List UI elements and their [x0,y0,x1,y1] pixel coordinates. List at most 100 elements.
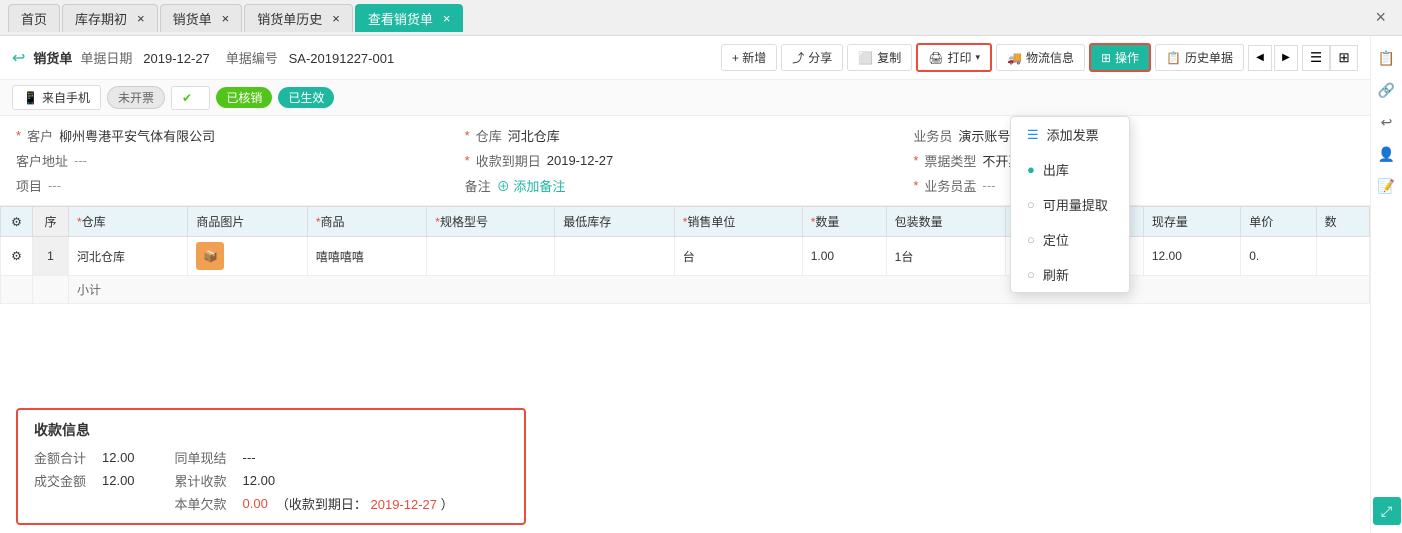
form-row-3: 项目 --- 备注 ⊕ 添加备注 * 业务员盂 --- [16,176,1354,195]
tab-sales-history-label: 销货单历史 [257,9,322,28]
meta-date: 单据日期 2019-12-27 [80,48,209,67]
row-extra [1316,237,1369,276]
copy-button[interactable]: ⬜ 复制 [847,44,912,71]
toolbar2: 📱 来自手机 未开票 ✔ 已核销 已生效 [0,80,1370,116]
out-warehouse-icon: ● [1027,162,1035,177]
note-label: 备注 [465,176,491,195]
sidebar-icon-1[interactable]: 📋 [1373,44,1401,72]
th-price: 单价 [1241,207,1316,237]
tab-sales-close[interactable]: × [222,11,230,26]
tab-view-sales[interactable]: 查看销货单 × [355,4,464,32]
tab-sales-history[interactable]: 销货单历史 × [244,4,353,32]
window-close-btn[interactable]: × [1367,3,1394,32]
subtotal-num [33,276,69,304]
new-button[interactable]: + 新增 [721,44,777,71]
payment-col-right: 同单现结 --- 累计收款 12.00 本单欠款 0.00 （收款到期日： 20… [175,448,454,513]
doc-title: 销货单 [33,48,72,67]
prev-button[interactable]: ◀ [1248,45,1272,71]
staff-field: 业务员 演示账号 [913,126,1354,145]
confirmed-button[interactable]: 已核销 [216,87,272,108]
form-row-1: * 客户 柳州粤港平安气体有限公司 * 仓库 河北仓库 业务员 演示账号 [16,126,1354,145]
logistics-button[interactable]: 🚚 物流信息 [996,44,1085,71]
payment-date-value: 2019-12-27 [547,153,614,168]
add-icon: ⊕ [497,179,510,194]
meta-date-label: 单据日期 [80,51,132,66]
th-min-stock: 最低库存 [555,207,674,237]
meta-no: 单据编号 SA-20191227-001 [226,48,394,67]
tab-inventory[interactable]: 库存期初 × [62,4,158,32]
grid-view-button[interactable]: ⊞ [1330,45,1358,71]
th-img: 商品图片 [188,207,307,237]
next-button[interactable]: ▶ [1274,45,1298,71]
customer-value: 柳州粤港平安气体有限公司 [59,126,215,145]
confirm-icon: ✔ [182,91,192,105]
history-button[interactable]: 📋 历史单据 [1155,44,1244,71]
phone-icon: 📱 [23,91,38,105]
tab-view-sales-close[interactable]: × [443,11,451,26]
due-date-label: （收款到期日： [276,497,367,512]
amount-total-value: 12.00 [102,450,135,465]
add-invoice-item[interactable]: ☰ 添加发票 [1011,117,1129,152]
available-qty-label: 可用量提取 [1043,195,1108,214]
operations-dropdown: ☰ 添加发票 ● 出库 ○ 可用量提取 ○ 定位 ○ 刷新 [1010,116,1130,293]
meta-no-value: SA-20191227-001 [289,51,395,66]
current-owe-label: 本单欠款 [175,494,235,513]
list-view-button[interactable]: ☰ [1302,45,1330,71]
out-warehouse-item[interactable]: ● 出库 [1011,152,1129,187]
add-invoice-label: 添加发票 [1047,125,1099,144]
toolbar-right: + 新增 ⤴ 分享 ⬜ 复制 🖨 打印 ▾ 🚚 物流信息 [721,43,1358,72]
nav-arrows: ◀ ▶ [1248,45,1298,71]
sidebar-icon-5[interactable]: 📝 [1373,172,1401,200]
toolbar-left: ↩ 销货单 单据日期 2019-12-27 单据编号 SA-20191227-0… [12,48,713,68]
transaction-value: 12.00 [102,473,135,488]
tab-sales-history-close[interactable]: × [332,11,340,26]
sidebar-icon-4[interactable]: 👤 [1373,140,1401,168]
payment-date-label: 收款到期日 [476,151,541,170]
row-price: 0. [1241,237,1316,276]
tab-inventory-label: 库存期初 [75,9,127,28]
payment-title: 收款信息 [34,420,508,440]
from-phone-button[interactable]: 📱 来自手机 [12,85,101,110]
copy-icon: ⬜ [858,51,873,65]
payment-date-field: * 收款到期日 2019-12-27 [465,151,906,170]
out-warehouse-label: 出库 [1043,160,1069,179]
row-current-stock: 12.00 [1143,237,1240,276]
logistics-label: 物流信息 [1026,49,1074,66]
address-value: --- [74,153,87,168]
sidebar-icon-3[interactable]: ↩ [1373,108,1401,136]
project-value: --- [48,178,61,193]
staff-label: 业务员 [913,126,952,145]
refresh-icon: ○ [1027,267,1035,282]
share-button[interactable]: ⤴ 分享 [781,44,843,71]
amount-total-label: 金额合计 [34,448,94,467]
sidebar-expand-icon[interactable]: ⤢ [1373,497,1401,525]
confirm-btn[interactable]: ✔ [171,86,210,110]
sidebar-icon-2[interactable]: 🔗 [1373,76,1401,104]
refresh-item[interactable]: ○ 刷新 [1011,257,1129,292]
tab-sales[interactable]: 销货单 × [160,4,243,32]
staff2-value: --- [982,178,995,193]
locate-item[interactable]: ○ 定位 [1011,222,1129,257]
th-num: 序 [33,207,69,237]
effective-button[interactable]: 已生效 [278,87,334,108]
row-gear[interactable]: ⚙ [1,237,33,276]
project-field: 项目 --- [16,176,457,195]
warehouse-required: * [465,128,470,143]
due-date-suffix: ） [441,497,454,512]
locate-icon: ○ [1027,232,1035,247]
warehouse-value: 河北仓库 [508,126,560,145]
operations-button[interactable]: ⊞ 操作 [1089,43,1151,72]
add-note-btn[interactable]: ⊕ 添加备注 [497,176,566,195]
payment-date-required: * [465,153,470,168]
invoice-required: * [913,153,918,168]
row-product: 嘻嘻嘻嘻 [307,237,426,276]
print-icon: 🖨 [928,51,943,65]
th-spec: *规格型号 [427,207,555,237]
staff-value: 演示账号 [958,126,1010,145]
th-product: *商品 [307,207,426,237]
print-button[interactable]: 🖨 打印 ▾ [916,43,992,72]
tab-inventory-close[interactable]: × [137,11,145,26]
row-num: 1 [33,237,69,276]
available-qty-item[interactable]: ○ 可用量提取 [1011,187,1129,222]
tab-home[interactable]: 首页 [8,4,60,32]
